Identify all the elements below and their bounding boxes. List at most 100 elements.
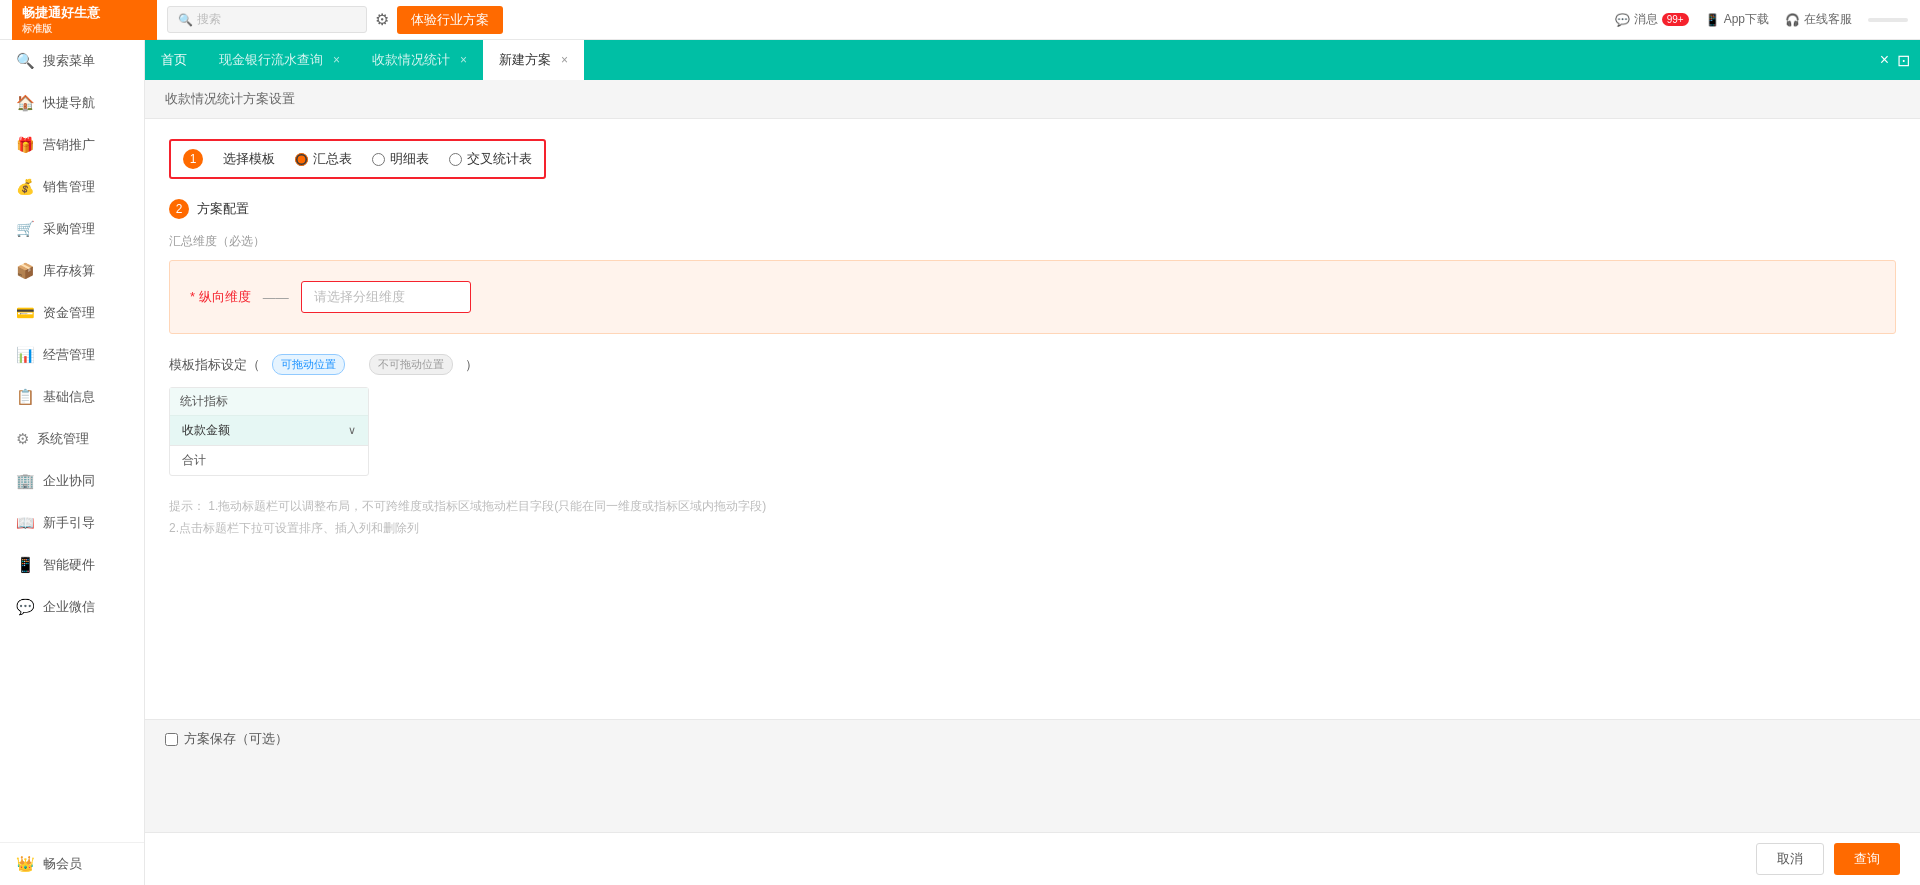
radio-summary-input[interactable] — [295, 153, 308, 166]
download-btn[interactable]: 📱 App下载 — [1705, 11, 1769, 28]
tip2-text: 2.点击标题栏下拉可设置排序、插入列和删除列 — [169, 521, 419, 535]
tab-collection-stats[interactable]: 收款情况统计 × — [356, 40, 483, 80]
tab-new-plan-close[interactable]: × — [561, 53, 568, 67]
radio-cross-input[interactable] — [449, 153, 462, 166]
tips-title: 提示： — [169, 499, 205, 513]
sidebar-item-label-search: 搜索菜单 — [43, 52, 95, 70]
message-btn[interactable]: 💬 消息 99+ — [1615, 11, 1689, 28]
metrics-section: 模板指标设定（ 可拖动位置 不可拖动位置 ） 统计指标 收款金额 — [169, 354, 1896, 476]
tip1-text: 1.拖动标题栏可以调整布局，不可跨维度或指标区域拖动栏目字段(只能在同一维度或指… — [208, 499, 766, 513]
sidebar: 🔍 搜索菜单 🏠 快捷导航 🎁 营销推广 💰 销售管理 🛒 采购管理 📦 库存核… — [0, 40, 145, 885]
dimension-placeholder: 请选择分组维度 — [314, 289, 405, 304]
search-icon: 🔍 — [178, 13, 193, 27]
sidebar-item-sales[interactable]: 💰 销售管理 — [0, 166, 144, 208]
radio-cross-label: 交叉统计表 — [467, 150, 532, 168]
tab-new-plan-label: 新建方案 — [499, 51, 551, 69]
sidebar-item-member[interactable]: 👑 畅会员 — [0, 842, 144, 885]
minimize-btn[interactable]: × — [1880, 51, 1889, 69]
inventory-icon: 📦 — [16, 262, 35, 280]
tab-home[interactable]: 首页 — [145, 40, 203, 80]
sidebar-item-inventory[interactable]: 📦 库存核算 — [0, 250, 144, 292]
dimension-select[interactable]: 请选择分组维度 — [301, 281, 471, 313]
metrics-config-header: 模板指标设定（ 可拖动位置 不可拖动位置 ） — [169, 354, 1896, 375]
sidebar-item-purchase[interactable]: 🛒 采购管理 — [0, 208, 144, 250]
radio-summary-label: 汇总表 — [313, 150, 352, 168]
step2-header: 2 方案配置 — [169, 199, 1896, 219]
tip1: 提示： 1.拖动标题栏可以调整布局，不可跨维度或指标区域拖动栏目字段(只能在同一… — [169, 496, 1896, 518]
top-bar-search: 🔍 搜索 ⚙ 体验行业方案 — [157, 6, 1615, 34]
step2-num: 2 — [169, 199, 189, 219]
sidebar-item-label-operation: 经营管理 — [43, 346, 95, 364]
form-card: 1 选择模板 汇总表 明细表 — [145, 119, 1920, 719]
tips-section: 提示： 1.拖动标题栏可以调整布局，不可跨维度或指标区域拖动栏目字段(只能在同一… — [169, 496, 1896, 539]
step2-title: 方案配置 — [197, 200, 249, 218]
sidebar-item-smart-hw[interactable]: 📱 智能硬件 — [0, 544, 144, 586]
step1-title: 选择模板 — [223, 150, 275, 168]
service-btn[interactable]: 🎧 在线客服 — [1785, 11, 1852, 28]
sidebar-item-operation[interactable]: 📊 经营管理 — [0, 334, 144, 376]
query-button[interactable]: 查询 — [1834, 843, 1900, 875]
sidebar-item-basic-info[interactable]: 📋 基础信息 — [0, 376, 144, 418]
non-draggable-badge: 不可拖动位置 — [369, 354, 453, 375]
sidebar-item-label-smart: 智能硬件 — [43, 556, 95, 574]
radio-detail-input[interactable] — [372, 153, 385, 166]
template-selection-box: 1 选择模板 汇总表 明细表 — [169, 139, 546, 179]
sidebar-item-label-newbie: 新手引导 — [43, 514, 95, 532]
tab-bar: 首页 现金银行流水查询 × 收款情况统计 × 新建方案 × × ⊡ — [145, 40, 1920, 80]
sidebar-item-search-menu[interactable]: 🔍 搜索菜单 — [0, 40, 144, 82]
sidebar-item-enterprise[interactable]: 🏢 企业协同 — [0, 460, 144, 502]
search-placeholder: 搜索 — [197, 11, 221, 28]
gear-button[interactable]: ⚙ — [375, 10, 389, 29]
purchase-icon: 🛒 — [16, 220, 35, 238]
radio-summary[interactable]: 汇总表 — [295, 150, 352, 168]
save-checkbox[interactable] — [165, 733, 178, 746]
tab-collection-close[interactable]: × — [460, 53, 467, 67]
main-layout: 🔍 搜索菜单 🏠 快捷导航 🎁 营销推广 💰 销售管理 🛒 采购管理 📦 库存核… — [0, 40, 1920, 885]
save-checkbox-text: 方案保存（可选） — [184, 730, 288, 748]
operation-icon: 📊 — [16, 346, 35, 364]
sidebar-item-system[interactable]: ⚙ 系统管理 — [0, 418, 144, 460]
tip2: 2.点击标题栏下拉可设置排序、插入列和删除列 — [169, 518, 1896, 540]
total-label: 合计 — [182, 453, 206, 467]
radio-detail[interactable]: 明细表 — [372, 150, 429, 168]
metrics-table-total: 合计 — [170, 446, 368, 475]
wechat-icon: 💬 — [16, 598, 35, 616]
stats-indicator-label: 统计指标 — [180, 394, 228, 408]
sidebar-item-quick-nav[interactable]: 🏠 快捷导航 — [0, 82, 144, 124]
basic-info-icon: 📋 — [16, 388, 35, 406]
sidebar-item-marketing[interactable]: 🎁 营销推广 — [0, 124, 144, 166]
metrics-table-label[interactable]: 收款金额 ∨ — [170, 416, 368, 446]
search-box[interactable]: 🔍 搜索 — [167, 6, 367, 33]
dimension-title-text: 汇总维度（必选） — [169, 234, 265, 248]
logo-text: 畅捷通好生意 — [22, 4, 100, 22]
top-bar-actions: 💬 消息 99+ 📱 App下载 🎧 在线客服 — [1615, 11, 1908, 28]
dimension-area: * 纵向维度 —— 请选择分组维度 — [169, 260, 1896, 334]
bottom-action-bar: 取消 查询 — [145, 832, 1920, 885]
system-icon: ⚙ — [16, 430, 29, 448]
stats-indicator-header: 统计指标 — [170, 388, 368, 416]
sidebar-item-label-enterprise: 企业协同 — [43, 472, 95, 490]
sidebar-item-capital[interactable]: 💳 资金管理 — [0, 292, 144, 334]
cancel-button[interactable]: 取消 — [1756, 843, 1824, 875]
industry-btn[interactable]: 体验行业方案 — [397, 6, 503, 34]
message-badge: 99+ — [1662, 13, 1689, 26]
step1-section: 1 选择模板 汇总表 明细表 — [169, 139, 1896, 179]
tab-home-label: 首页 — [161, 51, 187, 69]
sidebar-item-label-capital: 资金管理 — [43, 304, 95, 322]
step1-num: 1 — [183, 149, 203, 169]
tab-bank-flow[interactable]: 现金银行流水查询 × — [203, 40, 356, 80]
sidebar-item-newbie[interactable]: 📖 新手引导 — [0, 502, 144, 544]
enterprise-icon: 🏢 — [16, 472, 35, 490]
message-icon: 💬 — [1615, 13, 1630, 27]
top-bar: 畅捷通好生意 标准版 🔍 搜索 ⚙ 体验行业方案 💬 消息 99+ 📱 App下… — [0, 0, 1920, 40]
tab-bank-flow-close[interactable]: × — [333, 53, 340, 67]
save-checkbox-label[interactable]: 方案保存（可选） — [165, 730, 288, 748]
radio-cross[interactable]: 交叉统计表 — [449, 150, 532, 168]
dimension-config-label: 汇总维度（必选） — [169, 233, 1896, 250]
smart-hw-icon: 📱 — [16, 556, 35, 574]
sidebar-item-wechat[interactable]: 💬 企业微信 — [0, 586, 144, 628]
tab-new-plan[interactable]: 新建方案 × — [483, 40, 584, 80]
maximize-btn[interactable]: ⊡ — [1897, 51, 1910, 70]
page-footer: 方案保存（可选） — [145, 719, 1920, 758]
member-icon: 👑 — [16, 855, 35, 873]
